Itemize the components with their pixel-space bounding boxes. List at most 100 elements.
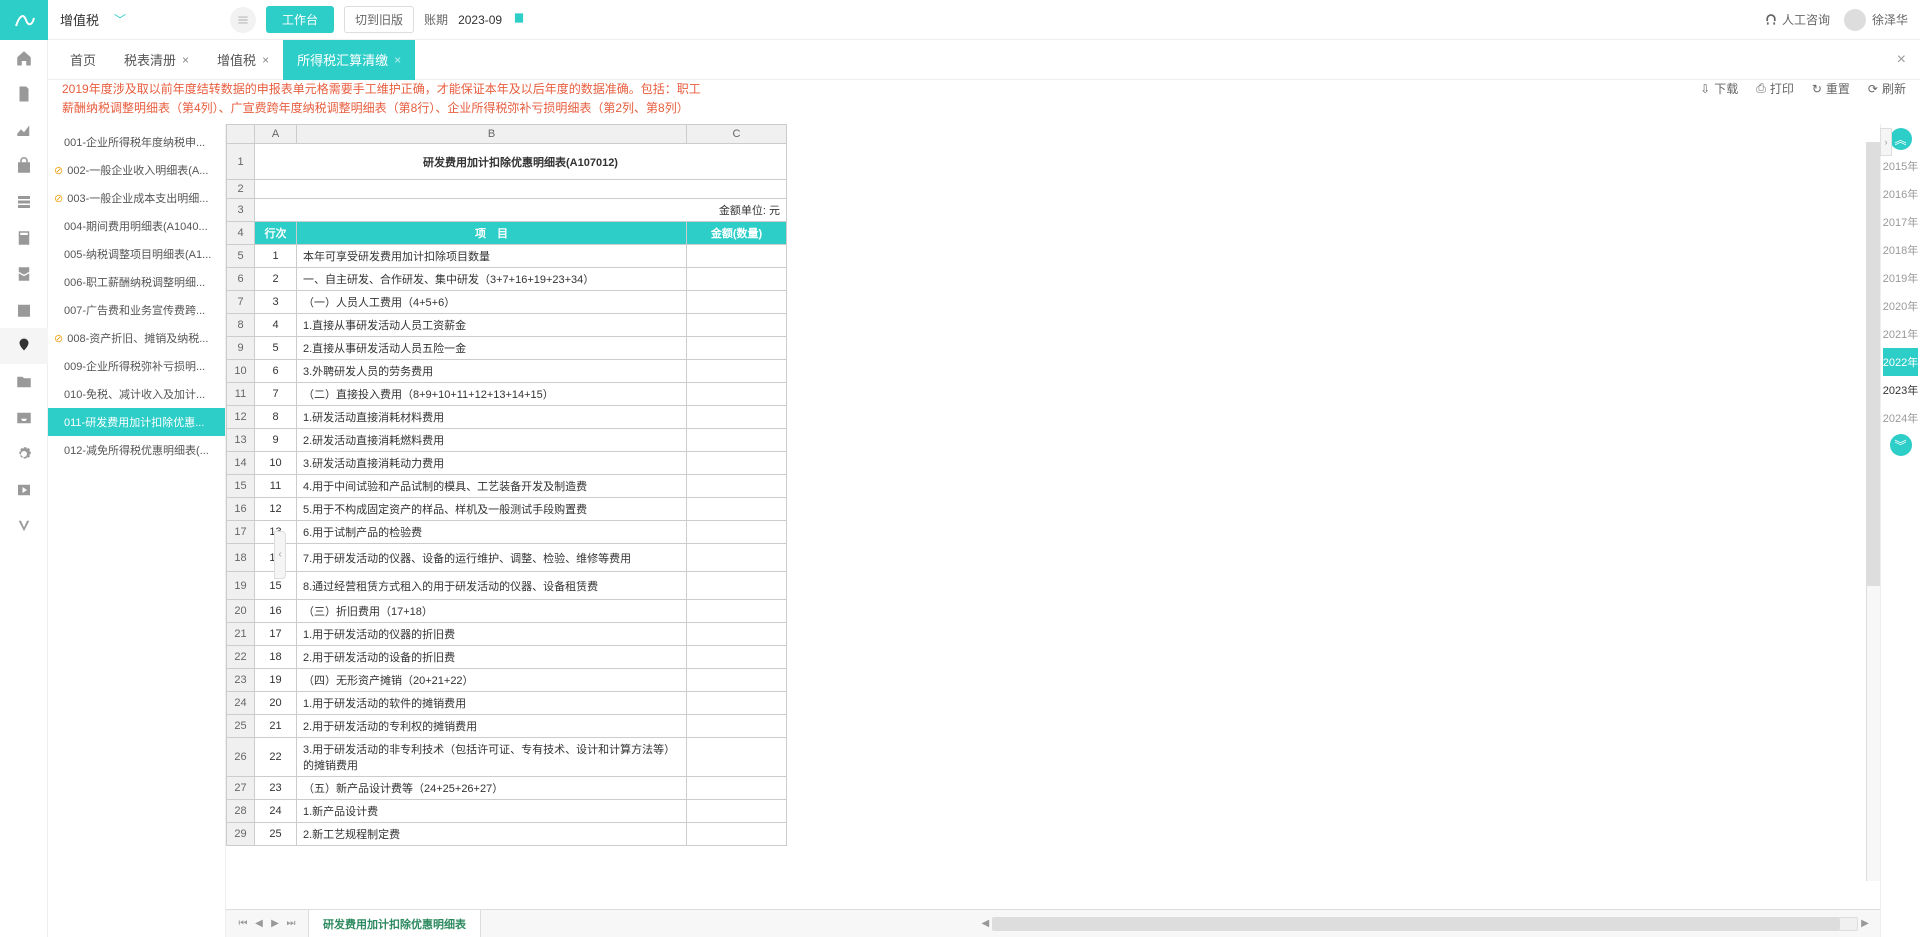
year-item[interactable]: 2022年 [1883,348,1918,376]
year-item[interactable]: 2015年 [1883,152,1918,180]
nav-folder-icon[interactable] [0,364,48,400]
col-header-b[interactable]: B [297,125,687,144]
nav-tax-icon[interactable] [0,328,48,364]
year-down-icon[interactable]: ︾ [1890,434,1912,456]
row-header[interactable]: 21 [227,623,255,646]
refresh-button[interactable]: ⟳ 刷新 [1868,80,1906,97]
amount-cell[interactable] [687,475,787,498]
download-button[interactable]: ⇩ 下载 [1700,80,1738,97]
row-header[interactable]: 10 [227,360,255,383]
sheet-nav-prev-icon[interactable]: ◀ [252,917,266,931]
row-header[interactable]: 7 [227,291,255,314]
item-cell[interactable]: 4.用于中间试验和产品试制的模具、工艺装备开发及制造费 [297,475,687,498]
year-item[interactable]: 2016年 [1883,180,1918,208]
row-header[interactable]: 8 [227,314,255,337]
amount-cell[interactable] [687,383,787,406]
item-cell[interactable]: 本年可享受研发费用加计扣除项目数量 [297,245,687,268]
row-header[interactable]: 4 [227,222,255,245]
nav-home-icon[interactable] [0,40,48,76]
sheet-nav-next-icon[interactable]: ▶ [268,917,282,931]
row-header[interactable]: 13 [227,429,255,452]
row-header[interactable]: 23 [227,669,255,692]
nav-calc-icon[interactable] [0,220,48,256]
nav-settings-icon[interactable] [0,436,48,472]
row-header[interactable]: 18 [227,544,255,572]
form-list-item[interactable]: ⊘002-一般企业收入明细表(A... [48,156,225,184]
row-header[interactable]: 5 [227,245,255,268]
item-cell[interactable]: 7.用于研发活动的仪器、设备的运行维护、调整、检验、维修等费用 [297,544,687,572]
item-cell[interactable]: 2.用于研发活动的专利权的摊销费用 [297,715,687,738]
amount-cell[interactable] [687,291,787,314]
row-header[interactable]: 14 [227,452,255,475]
row-header[interactable]: 22 [227,646,255,669]
year-item[interactable]: 2017年 [1883,208,1918,236]
year-item[interactable]: 2018年 [1883,236,1918,264]
sheet-tab[interactable]: 研发费用加计扣除优惠明细表 [308,910,481,937]
year-item[interactable]: 2021年 [1883,320,1918,348]
consult-link[interactable]: 人工咨询 [1764,11,1830,28]
form-list-item[interactable]: 011-研发费用加计扣除优惠... [48,408,225,436]
tab-close-icon[interactable]: × [394,53,401,67]
item-cell[interactable]: 2.新工艺规程制定费 [297,823,687,846]
item-cell[interactable]: 3.用于研发活动的非专利技术（包括许可证、专有技术、设计和计算方法等）的摊销费用 [297,738,687,777]
app-logo[interactable] [0,0,48,40]
item-cell[interactable]: （四）无形资产摊销（20+21+22） [297,669,687,692]
hscroll-right-icon[interactable]: ▶ [1858,917,1872,931]
amount-cell[interactable] [687,360,787,383]
row-header[interactable]: 9 [227,337,255,360]
sheet-nav-last-icon[interactable]: ⏭ [284,917,298,931]
nav-inbox-icon[interactable] [0,400,48,436]
item-cell[interactable]: 2.用于研发活动的设备的折旧费 [297,646,687,669]
close-all-tabs-icon[interactable]: × [1883,51,1920,69]
calendar-icon[interactable] [512,11,526,28]
form-list-item[interactable]: 005-纳税调整项目明细表(A1... [48,240,225,268]
col-header-c[interactable]: C [687,125,787,144]
form-list-item[interactable]: 006-职工薪酬纳税调整明细... [48,268,225,296]
row-header[interactable]: 24 [227,692,255,715]
year-item[interactable]: 2024年 [1883,404,1918,432]
nav-badge-icon[interactable] [0,256,48,292]
row-header[interactable]: 20 [227,600,255,623]
item-cell[interactable]: （五）新产品设计费等（24+25+26+27） [297,777,687,800]
amount-cell[interactable] [687,823,787,846]
amount-cell[interactable] [687,245,787,268]
form-list-item[interactable]: 009-企业所得税弥补亏损明... [48,352,225,380]
user-menu[interactable]: 徐泽华 [1844,9,1908,31]
amount-cell[interactable] [687,669,787,692]
collapse-handle[interactable]: ‹ [274,531,286,579]
item-cell[interactable]: 2.研发活动直接消耗燃料费用 [297,429,687,452]
item-cell[interactable]: 1.用于研发活动的仪器的折旧费 [297,623,687,646]
row-header[interactable]: 27 [227,777,255,800]
item-cell[interactable]: 1.用于研发活动的软件的摊销费用 [297,692,687,715]
year-item[interactable]: 2020年 [1883,292,1918,320]
item-cell[interactable]: 8.通过经营租赁方式租入的用于研发活动的仪器、设备租赁费 [297,572,687,600]
title-dropdown-icon[interactable]: ﹀ [110,11,130,28]
row-header[interactable]: 1 [227,144,255,180]
corner-cell[interactable] [227,125,255,144]
amount-cell[interactable] [687,777,787,800]
form-list-item[interactable]: 004-期间费用明细表(A1040... [48,212,225,240]
vertical-scrollbar[interactable] [1866,142,1880,881]
row-header[interactable]: 17 [227,521,255,544]
amount-cell[interactable] [687,692,787,715]
sheet-nav-first-icon[interactable]: ⏮ [236,917,250,931]
row-header[interactable]: 26 [227,738,255,777]
tab-所得税汇算清缴[interactable]: 所得税汇算清缴× [283,40,415,80]
nav-calendar-icon[interactable] [0,292,48,328]
item-cell[interactable]: 3.外聘研发人员的劳务费用 [297,360,687,383]
spreadsheet[interactable]: A B C 1研发费用加计扣除优惠明细表(A107012)23金额单位: 元4行… [226,124,787,846]
form-list-item[interactable]: 001-企业所得税年度纳税申... [48,128,225,156]
nav-video-icon[interactable] [0,472,48,508]
workbench-button[interactable]: 工作台 [266,6,334,33]
horizontal-scrollbar[interactable] [992,917,1858,931]
amount-cell[interactable] [687,337,787,360]
tab-税表清册[interactable]: 税表清册× [110,40,203,80]
item-cell[interactable]: （一）人员人工费用（4+5+6） [297,291,687,314]
nav-chart-icon[interactable] [0,112,48,148]
row-header[interactable]: 15 [227,475,255,498]
row-header[interactable]: 16 [227,498,255,521]
amount-cell[interactable] [687,544,787,572]
switch-old-button[interactable]: 切到旧版 [344,6,414,33]
item-cell[interactable]: （三）折旧费用（17+18） [297,600,687,623]
amount-cell[interactable] [687,572,787,600]
